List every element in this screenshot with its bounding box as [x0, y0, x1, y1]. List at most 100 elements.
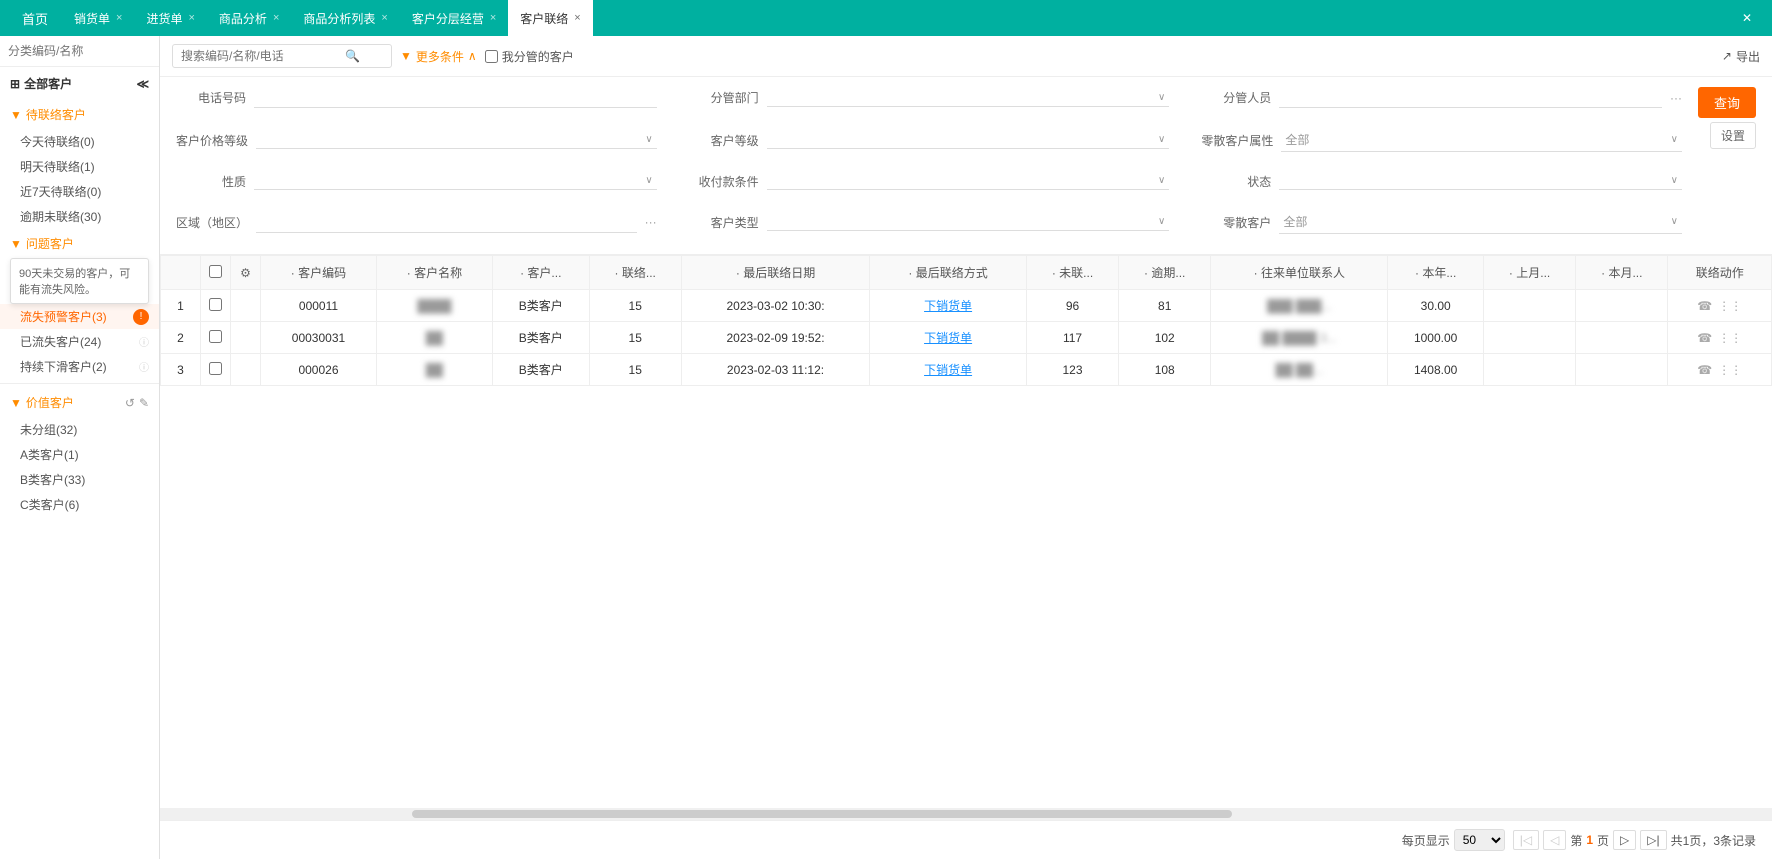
more-actions-icon[interactable]: ⋮⋮ — [1718, 363, 1742, 377]
table-row: 2 00030031 ██ B类客户 15 2023-02-09 19:52: … — [161, 322, 1772, 354]
tab-customer-contact[interactable]: 客户联络 × — [508, 0, 592, 36]
collapse-icon[interactable]: ≪ — [136, 77, 149, 91]
tab-customer-tier[interactable]: 客户分层经营 × — [400, 0, 508, 36]
retail-attr-select[interactable]: 全部∨ — [1281, 128, 1682, 152]
sidebar-section-pending[interactable]: ▼ 待联络客户 — [0, 100, 159, 129]
more-conditions-btn[interactable]: ▼ 更多条件 ∧ — [400, 48, 477, 65]
row-checkbox[interactable] — [209, 362, 222, 375]
phone-input[interactable] — [254, 87, 657, 108]
sidebar-search-area: 🔍 — [0, 36, 159, 67]
status-select[interactable]: ∨ — [1279, 172, 1682, 190]
sidebar-all-customers[interactable]: ⊞ 全部客户 ≪ — [0, 67, 159, 100]
sidebar-item-ungroup[interactable]: 未分组(32) — [0, 417, 159, 442]
close-analysis-tab[interactable]: × — [273, 12, 279, 24]
select-all-checkbox[interactable] — [209, 265, 222, 278]
filter-row-4: 区域（地区） ··· 客户类型 ∨ 零 — [176, 210, 1682, 234]
filter-type: 客户类型 ∨ — [689, 213, 1170, 231]
cell-last-method: 下销货单 — [870, 354, 1027, 386]
info-icon[interactable]: ⓘ — [139, 334, 149, 349]
nature-select[interactable]: ∨ — [254, 172, 657, 190]
sidebar-item-churn-warning[interactable]: 流失预警客户(3) ! — [0, 304, 159, 329]
manager-label: 分管人员 — [1201, 89, 1271, 106]
sidebar-item-b-class[interactable]: B类客户(33) — [0, 467, 159, 492]
sidebar-item-7days[interactable]: 近7天待联络(0) — [0, 179, 159, 204]
tab-sales[interactable]: 销货单 × — [62, 0, 134, 36]
horizontal-scrollbar[interactable] — [160, 808, 1772, 820]
scrollbar-thumb[interactable] — [412, 810, 1232, 818]
search-input[interactable] — [181, 49, 341, 63]
retail-attr-label: 零散客户属性 — [1201, 132, 1273, 149]
export-btn[interactable]: ↗ 导出 — [1722, 48, 1760, 65]
settings-button[interactable]: 设置 — [1710, 122, 1756, 149]
cell-checkbox — [201, 290, 231, 322]
sidebar-section-value[interactable]: ▼ 价值客户 ↺ ✎ — [0, 388, 159, 417]
price-level-select[interactable]: ∨ — [256, 131, 657, 149]
cell-uncontact: 96 — [1026, 290, 1118, 322]
retail-select[interactable]: 全部∨ — [1279, 210, 1682, 234]
gear-icon[interactable]: ⚙ — [240, 266, 251, 280]
dept-select[interactable]: ∨ — [767, 89, 1170, 107]
sidebar-item-tomorrow[interactable]: 明天待联络(1) — [0, 154, 159, 179]
my-customers-checkbox[interactable]: 我分管的客户 — [485, 48, 574, 65]
tab-analysis-list[interactable]: 商品分析列表 × — [291, 0, 399, 36]
customer-level-select[interactable]: ∨ — [767, 131, 1170, 149]
more-actions-icon[interactable]: ⋮⋮ — [1718, 299, 1742, 313]
close-purchase-tab[interactable]: × — [188, 12, 194, 24]
page-size-select[interactable]: 50 100 200 — [1454, 829, 1505, 851]
filter-nature: 性质 ∨ — [176, 172, 657, 190]
last-page-btn[interactable]: ▷| — [1640, 830, 1666, 850]
filter-retail: 零散客户 全部∨ — [1201, 210, 1682, 234]
tab-analysis[interactable]: 商品分析 × — [207, 0, 291, 36]
window-close-button[interactable]: ✕ — [1730, 0, 1764, 36]
last-method-link[interactable]: 下销货单 — [924, 363, 972, 377]
close-customer-tier-tab[interactable]: × — [490, 12, 496, 24]
filter-customer-level: 客户等级 ∨ — [689, 131, 1170, 149]
sidebar-item-c-class[interactable]: C类客户(6) — [0, 492, 159, 517]
contact-icon[interactable]: ☎ — [1697, 363, 1712, 377]
manager-dots[interactable]: ··· — [1670, 91, 1682, 105]
filter-row-1: 电话号码 分管部门 ∨ 分管人员 — [176, 87, 1682, 108]
my-customers-check[interactable] — [485, 50, 498, 63]
cell-action: ☎ ⋮⋮ — [1668, 354, 1772, 386]
info-icon2[interactable]: ⓘ — [139, 359, 149, 374]
sidebar-search-input[interactable] — [8, 44, 160, 58]
close-sales-tab[interactable]: × — [116, 12, 122, 24]
filter-icon: ▼ — [400, 49, 412, 63]
cell-name: ████ — [376, 290, 492, 322]
sidebar-item-today[interactable]: 今天待联络(0) — [0, 129, 159, 154]
tab-purchase[interactable]: 进货单 × — [134, 0, 206, 36]
close-customer-contact-tab[interactable]: × — [574, 12, 580, 24]
search-btn-icon[interactable]: 🔍 — [345, 49, 360, 63]
manager-input[interactable] — [1279, 87, 1662, 108]
row-checkbox[interactable] — [209, 298, 222, 311]
more-actions-icon[interactable]: ⋮⋮ — [1718, 331, 1742, 345]
edit-icon[interactable]: ✎ — [139, 396, 149, 410]
area-dots[interactable]: ··· — [645, 215, 657, 229]
sidebar-item-overdue[interactable]: 逾期未联络(30) — [0, 204, 159, 229]
filter-row-3: 性质 ∨ 收付款条件 ∨ — [176, 172, 1682, 190]
last-method-link[interactable]: 下销货单 — [924, 299, 972, 313]
next-page-btn[interactable]: ▷ — [1613, 830, 1636, 850]
contact-icon[interactable]: ☎ — [1697, 331, 1712, 345]
col-overdue: · 逾期... — [1119, 256, 1211, 290]
contact-icon[interactable]: ☎ — [1697, 299, 1712, 313]
sidebar-section-risk[interactable]: ▼ 问题客户 — [0, 229, 159, 258]
area-input[interactable] — [256, 212, 637, 233]
payment-select[interactable]: ∨ — [767, 172, 1170, 190]
refresh-icon[interactable]: ↺ — [125, 396, 135, 410]
sidebar-item-churned[interactable]: 已流失客户(24) ⓘ — [0, 329, 159, 354]
type-select[interactable]: ∨ — [767, 213, 1170, 231]
first-page-btn[interactable]: |◁ — [1513, 830, 1539, 850]
sidebar-item-declining[interactable]: 持续下滑客户(2) ⓘ — [0, 354, 159, 379]
tab-home[interactable]: 首页 — [8, 0, 62, 36]
col-unit-contact: · 往来单位联系人 — [1211, 256, 1388, 290]
close-analysis-list-tab[interactable]: × — [381, 12, 387, 24]
last-method-link[interactable]: 下销货单 — [924, 331, 972, 345]
row-checkbox[interactable] — [209, 330, 222, 343]
search-button[interactable]: 查询 — [1698, 87, 1756, 118]
sidebar-item-a-class[interactable]: A类客户(1) — [0, 442, 159, 467]
tooltip-area: 90天未交易的客户，可能有流失风险。 — [10, 258, 149, 304]
prev-page-btn[interactable]: ◁ — [1543, 830, 1566, 850]
export-icon: ↗ — [1722, 49, 1732, 63]
table-footer: 每页显示 50 100 200 |◁ ◁ 第 1 页 ▷ ▷| 共1页，3条记录 — [160, 820, 1772, 859]
